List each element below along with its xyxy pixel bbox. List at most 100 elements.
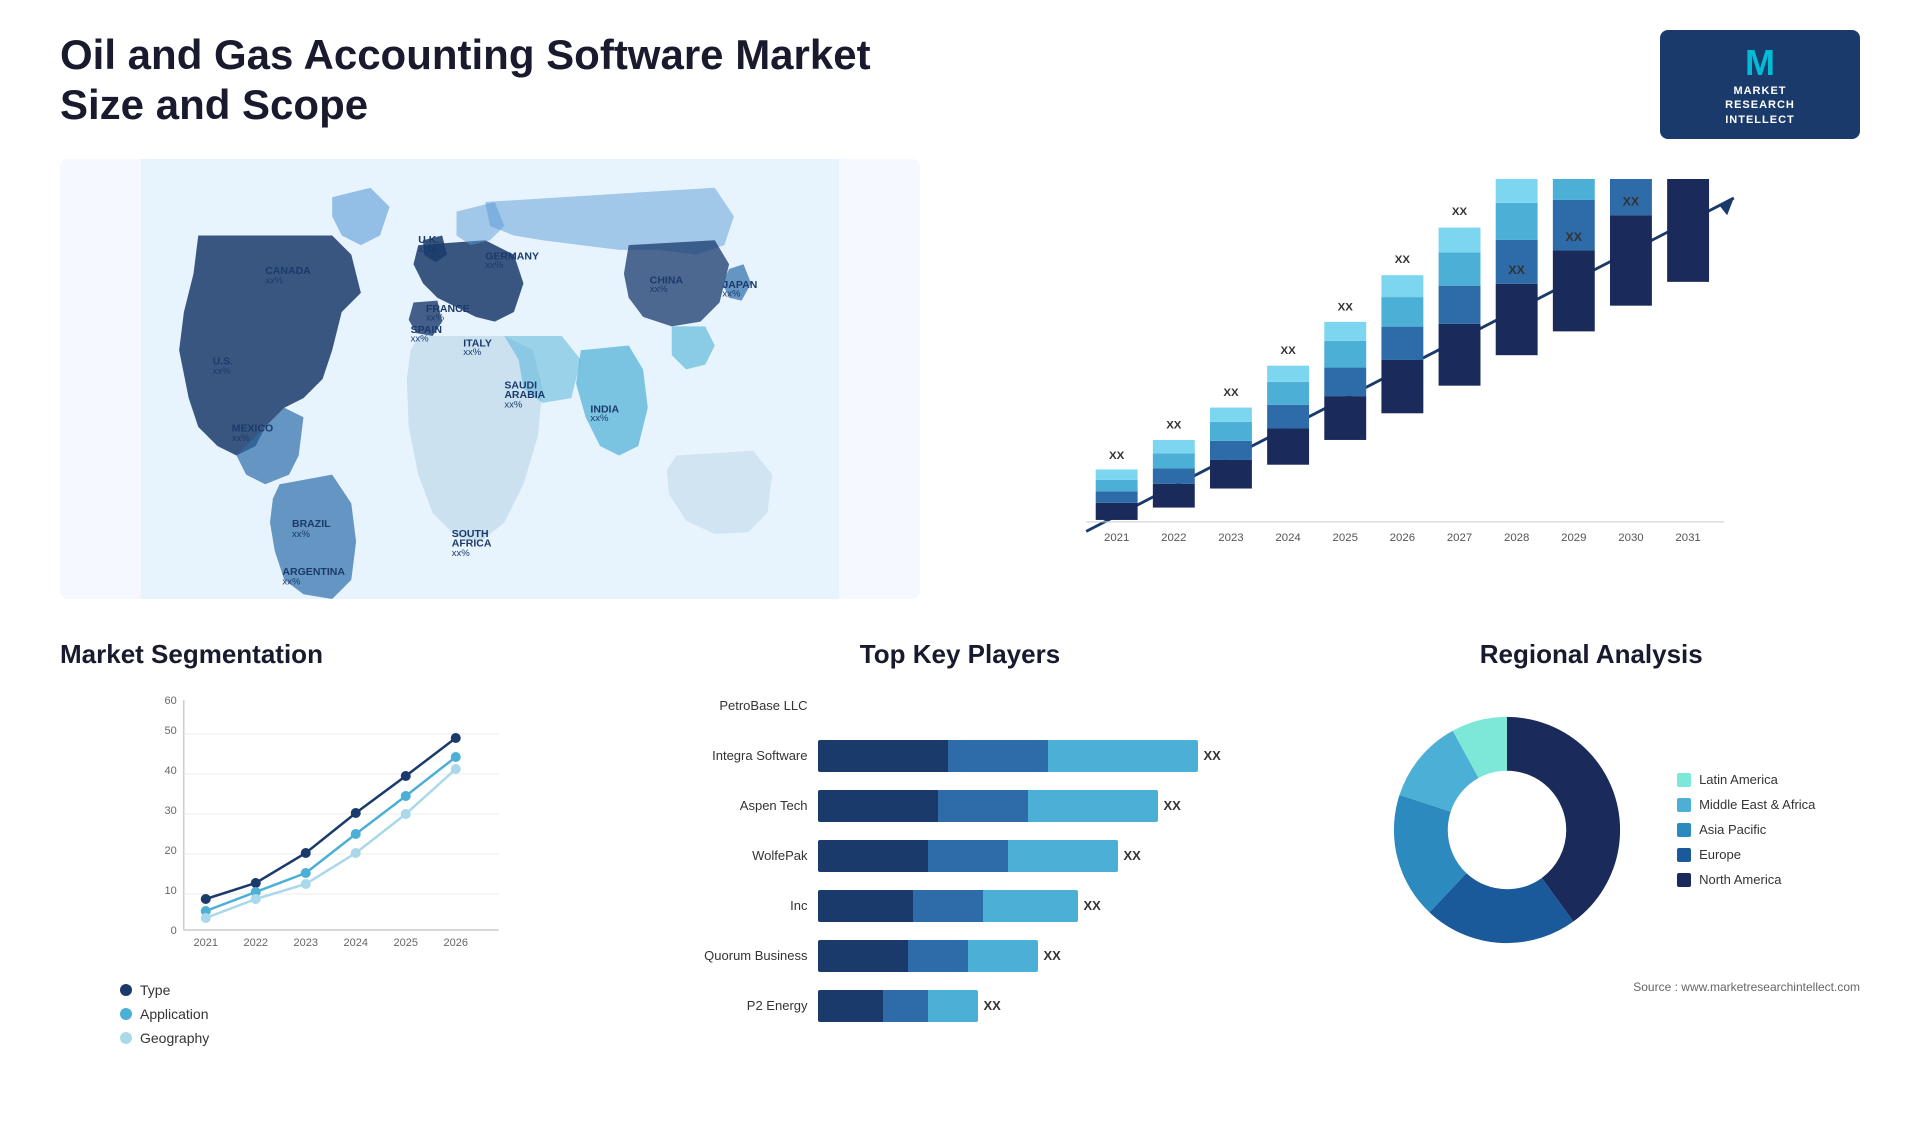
- svg-text:xx%: xx%: [463, 347, 482, 358]
- svg-text:xx%: xx%: [292, 529, 311, 540]
- bar-seg2: [883, 990, 928, 1022]
- svg-text:2025: 2025: [1333, 532, 1358, 544]
- svg-text:2026: 2026: [1390, 532, 1415, 544]
- svg-text:XX: XX: [1109, 450, 1125, 462]
- svg-text:xx%: xx%: [722, 289, 741, 300]
- svg-text:2022: 2022: [1161, 532, 1186, 544]
- player-bar-wrap: XX: [818, 990, 1273, 1022]
- legend-type: Type: [120, 982, 598, 998]
- svg-text:xx%: xx%: [485, 260, 504, 271]
- legend-middle-east: Middle East & Africa: [1677, 797, 1815, 812]
- logo: M MARKET RESEARCH INTELLECT: [1660, 30, 1860, 139]
- player-value: XX: [1044, 948, 1061, 963]
- bar-seg3: [928, 990, 978, 1022]
- svg-text:2024: 2024: [344, 937, 368, 949]
- seg-chart-svg: 0 10 20 30 40 50 60 2021: [60, 690, 598, 970]
- svg-text:30: 30: [165, 805, 177, 817]
- svg-text:xx%: xx%: [452, 548, 471, 559]
- top-section: CANADA xx% U.S. xx% MEXICO xx% BRAZIL xx…: [60, 159, 1860, 599]
- svg-text:XX: XX: [1223, 387, 1239, 399]
- legend-dot-geography: [120, 1032, 132, 1044]
- header: Oil and Gas Accounting Software Market S…: [60, 30, 1860, 139]
- bar-seg3: [1028, 790, 1158, 822]
- bar-seg3: [968, 940, 1038, 972]
- page: Oil and Gas Accounting Software Market S…: [0, 0, 1920, 1146]
- players-chart: PetroBase LLC Integra Software XX: [638, 690, 1283, 1022]
- player-name: Integra Software: [648, 748, 808, 763]
- bar-seg1: [818, 990, 883, 1022]
- player-row: Integra Software XX: [648, 740, 1273, 772]
- player-value: XX: [1124, 848, 1141, 863]
- bar-seg2: [913, 890, 983, 922]
- color-middle-east: [1677, 798, 1691, 812]
- svg-text:XX: XX: [1166, 419, 1182, 431]
- player-row: PetroBase LLC: [648, 690, 1273, 722]
- svg-text:xx%: xx%: [282, 577, 301, 588]
- player-value: XX: [1164, 798, 1181, 813]
- regional-title: Regional Analysis: [1323, 639, 1861, 670]
- svg-text:2025: 2025: [394, 937, 418, 949]
- player-bar: [818, 990, 978, 1022]
- player-bar-wrap: XX: [818, 890, 1273, 922]
- player-bar: [818, 840, 1118, 872]
- player-value: XX: [1204, 748, 1221, 763]
- legend-application: Application: [120, 1006, 598, 1022]
- svg-text:XX: XX: [1280, 345, 1296, 357]
- bar-seg2: [928, 840, 1008, 872]
- svg-text:XX: XX: [1566, 230, 1583, 244]
- donut-area: Latin America Middle East & Africa Asia …: [1323, 690, 1861, 970]
- bar-seg3: [1008, 840, 1118, 872]
- legend-north-america: North America: [1677, 872, 1815, 887]
- legend-latin-america: Latin America: [1677, 772, 1815, 787]
- svg-text:2022: 2022: [244, 937, 268, 949]
- world-map: CANADA xx% U.S. xx% MEXICO xx% BRAZIL xx…: [60, 159, 920, 599]
- player-name: PetroBase LLC: [648, 698, 808, 713]
- donut-chart-svg: [1367, 690, 1647, 970]
- svg-text:XX: XX: [1395, 254, 1411, 266]
- bar-seg1: [818, 890, 913, 922]
- legend-geography: Geography: [120, 1030, 598, 1046]
- svg-text:xx%: xx%: [213, 366, 232, 377]
- growth-chart-svg: XX 2021 XX 2022 XX 2023: [980, 179, 1840, 579]
- svg-text:xx%: xx%: [265, 275, 284, 286]
- bar-seg1: [818, 790, 938, 822]
- page-title: Oil and Gas Accounting Software Market S…: [60, 30, 960, 131]
- player-bar-wrap: [818, 690, 1273, 722]
- players-title: Top Key Players: [638, 639, 1283, 670]
- player-row: P2 Energy XX: [648, 990, 1273, 1022]
- bottom-section: Market Segmentation 0 10 20 30 40 50 60: [60, 639, 1860, 1079]
- player-row: Aspen Tech XX: [648, 790, 1273, 822]
- player-bar-wrap: XX: [818, 790, 1273, 822]
- svg-text:xx%: xx%: [650, 284, 669, 295]
- player-row: Inc XX: [648, 890, 1273, 922]
- bar-seg1: [818, 840, 928, 872]
- svg-text:xx%: xx%: [426, 313, 445, 324]
- svg-text:60: 60: [165, 695, 177, 707]
- svg-text:xx%: xx%: [418, 244, 437, 255]
- segmentation-area: Market Segmentation 0 10 20 30 40 50 60: [60, 639, 598, 1079]
- player-name: Aspen Tech: [648, 798, 808, 813]
- bar-seg3: [1048, 740, 1198, 772]
- bar-seg3: [983, 890, 1078, 922]
- logo-letter: M: [1745, 42, 1775, 84]
- svg-text:2021: 2021: [1104, 532, 1129, 544]
- svg-text:10: 10: [165, 885, 177, 897]
- segmentation-title: Market Segmentation: [60, 639, 598, 670]
- color-europe: [1677, 848, 1691, 862]
- player-bar-wrap: XX: [818, 840, 1273, 872]
- player-bar-wrap: XX: [818, 740, 1273, 772]
- svg-text:2023: 2023: [294, 937, 318, 949]
- svg-text:2027: 2027: [1447, 532, 1472, 544]
- source-text: Source : www.marketresearchintellect.com: [1323, 980, 1861, 994]
- player-bar: [818, 790, 1158, 822]
- donut-legend: Latin America Middle East & Africa Asia …: [1677, 772, 1815, 887]
- regional-area: Regional Analysis: [1323, 639, 1861, 1079]
- player-value: XX: [1084, 898, 1101, 913]
- svg-text:40: 40: [165, 765, 177, 777]
- bar-seg2: [908, 940, 968, 972]
- svg-text:XX: XX: [1623, 195, 1640, 209]
- svg-text:xx%: xx%: [232, 433, 251, 444]
- player-name-inc: Inc: [648, 898, 808, 913]
- svg-text:XX: XX: [1338, 301, 1354, 313]
- legend-dot-application: [120, 1008, 132, 1020]
